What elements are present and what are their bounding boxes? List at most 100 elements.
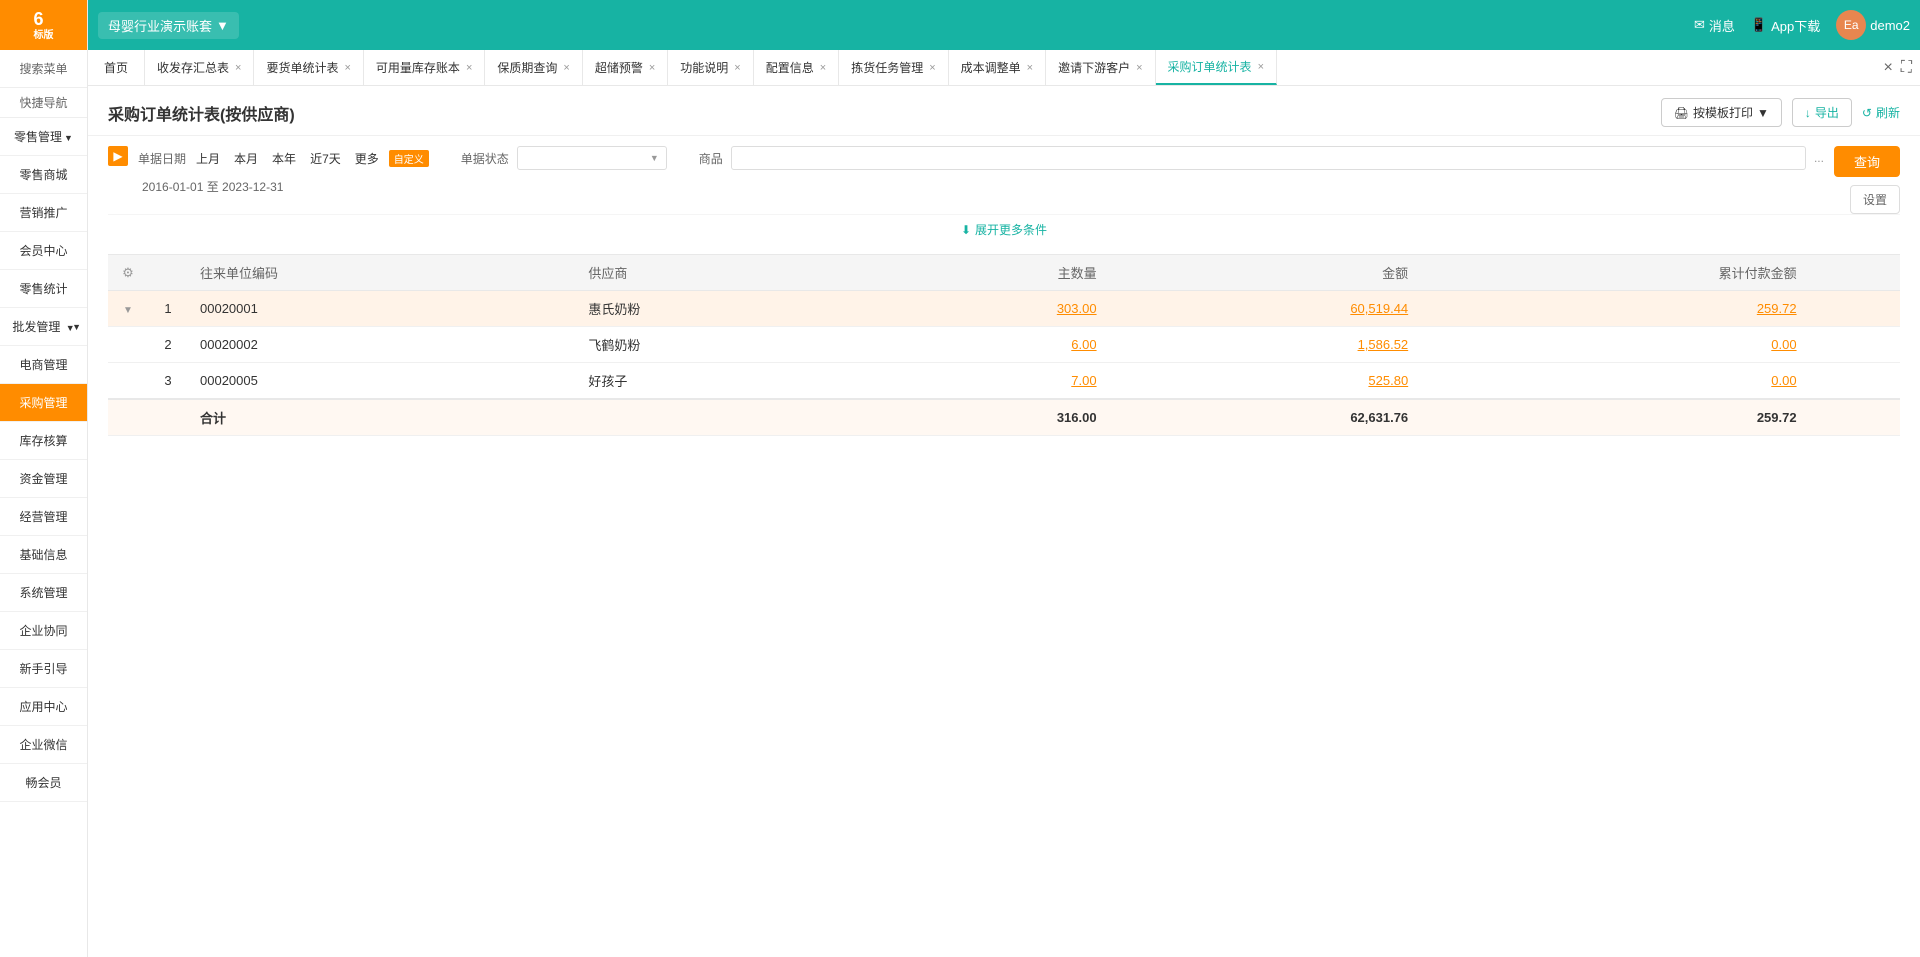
sidebar-item-member2[interactable]: 畅会员 — [0, 764, 87, 802]
tab-close-icon[interactable]: × — [734, 62, 740, 74]
filter-row1: 单据日期 上月 本月 本年 近7天 更多 自定义 单据状态 — [138, 146, 1824, 170]
tab-invite-downstream[interactable]: 邀请下游客户 × — [1046, 50, 1155, 85]
footer-empty2 — [148, 399, 188, 436]
message-button[interactable]: ✉ 消息 — [1694, 16, 1735, 35]
sidebar-item-retail[interactable]: 零售管理 — [0, 118, 87, 156]
date-shortcut-7days[interactable]: 近7天 — [306, 148, 345, 169]
goods-input[interactable] — [731, 146, 1806, 170]
date-shortcut-this-year[interactable]: 本年 — [268, 148, 300, 169]
search-menu-button[interactable]: 搜索菜单 — [4, 56, 83, 81]
expand-row-icon[interactable]: ▼ — [123, 305, 133, 316]
supplier-name-cell: 飞鹤奶粉 — [576, 327, 865, 363]
settings-col-header: ⚙ — [108, 255, 148, 291]
cumulative-paid-link[interactable]: 0.00 — [1771, 337, 1796, 352]
account-dropdown[interactable]: 母婴行业演示账套 ▼ — [98, 12, 239, 39]
cumulative-paid-cell: 259.72 — [1420, 291, 1808, 327]
tab-close-icon[interactable]: × — [466, 62, 472, 74]
sidebar-item-enterprise-wechat[interactable]: 企业微信 — [0, 726, 87, 764]
message-label: 消息 — [1709, 16, 1735, 35]
tab-label: 采购订单统计表 — [1168, 58, 1252, 75]
date-shortcut-more[interactable]: 更多 — [351, 148, 383, 169]
toggle-filter-button[interactable]: ▶ — [108, 146, 128, 166]
more-filter-icon[interactable]: ... — [1814, 151, 1824, 165]
tab-config-info[interactable]: 配置信息 × — [754, 50, 839, 85]
expand-more-button[interactable]: ⬇ 展开更多条件 — [961, 221, 1047, 238]
footer-row: 合计 316.00 62,631.76 259.72 — [108, 399, 1900, 436]
tab-purchase-order-stat[interactable]: 采购订单统计表 × — [1156, 50, 1277, 85]
footer-empty1 — [108, 399, 148, 436]
table-row: 2 00020002 飞鹤奶粉 6.00 1,586.52 0.00 — [108, 327, 1900, 363]
row-extra-cell — [1809, 327, 1900, 363]
export-icon: ↓ — [1805, 106, 1811, 120]
query-btn-group: 查询 设置 — [1834, 146, 1900, 214]
tab-close-icon[interactable]: × — [649, 62, 655, 74]
tab-pick-task[interactable]: 拣货任务管理 × — [839, 50, 948, 85]
tab-receive-send[interactable]: 收发存汇总表 × — [145, 50, 254, 85]
tab-available-stock[interactable]: 可用量库存账本 × — [364, 50, 485, 85]
main-qty-link[interactable]: 6.00 — [1071, 337, 1096, 352]
tab-close-icon[interactable]: × — [1258, 61, 1264, 73]
sidebar-item-ecommerce[interactable]: 电商管理 — [0, 346, 87, 384]
tab-close-icon[interactable]: × — [563, 62, 569, 74]
sidebar-item-new-guide[interactable]: 新手引导 — [0, 650, 87, 688]
tab-home[interactable]: 首页 — [88, 50, 145, 85]
column-settings-icon[interactable]: ⚙ — [122, 265, 134, 280]
export-button[interactable]: ↓ 导出 — [1792, 98, 1852, 127]
tab-close-icon[interactable]: × — [235, 62, 241, 74]
quick-nav-item[interactable]: 快捷导航 — [0, 88, 87, 118]
main-qty-cell: 6.00 — [866, 327, 1109, 363]
sidebar-item-retail-store[interactable]: 零售商城 — [0, 156, 87, 194]
tab-close-icon[interactable]: × — [820, 62, 826, 74]
tab-overstock-warning[interactable]: 超储预警 × — [583, 50, 668, 85]
sidebar-item-basic[interactable]: 基础信息 — [0, 536, 87, 574]
tab-close-icon[interactable]: × — [929, 62, 935, 74]
close-tab-button[interactable]: × — [1883, 59, 1892, 77]
sidebar-item-purchase[interactable]: 采购管理 — [0, 384, 87, 422]
main-qty-link[interactable]: 303.00 — [1057, 301, 1097, 316]
sidebar-item-wholesale[interactable]: 批发管理 ▼ — [0, 308, 87, 346]
print-button[interactable]: 🖨 按模板打印 ▼ — [1661, 98, 1782, 127]
setting-button[interactable]: 设置 — [1850, 185, 1900, 214]
row-settings-cell — [108, 327, 148, 363]
tab-func-desc[interactable]: 功能说明 × — [668, 50, 753, 85]
tab-close-icon[interactable]: × — [344, 62, 350, 74]
maximize-tab-button[interactable]: ⛶ — [1901, 59, 1912, 77]
sidebar-item-member[interactable]: 会员中心 — [0, 232, 87, 270]
amount-link[interactable]: 60,519.44 — [1350, 301, 1408, 316]
tab-shelf-query[interactable]: 保质期查询 × — [485, 50, 582, 85]
tab-close-icon[interactable]: × — [1136, 62, 1142, 74]
user-menu[interactable]: Ea demo2 — [1836, 10, 1910, 40]
refresh-button[interactable]: ↺ 刷新 — [1862, 104, 1900, 121]
sidebar-item-enterprise[interactable]: 企业协同 — [0, 612, 87, 650]
date-shortcut-this-month[interactable]: 本月 — [230, 148, 262, 169]
date-shortcut-last-month[interactable]: 上月 — [192, 148, 224, 169]
sidebar-item-inventory[interactable]: 库存核算 — [0, 422, 87, 460]
sidebar-item-system[interactable]: 系统管理 — [0, 574, 87, 612]
sidebar-item-capital[interactable]: 资金管理 — [0, 460, 87, 498]
app-download-button[interactable]: 📱 App下载 — [1751, 16, 1820, 35]
sidebar-search-section[interactable]: 搜索菜单 — [0, 50, 87, 88]
main-qty-link[interactable]: 7.00 — [1071, 373, 1096, 388]
sidebar-item-marketing[interactable]: 营销推广 — [0, 194, 87, 232]
amount-link[interactable]: 525.80 — [1368, 373, 1408, 388]
app-download-label: App下载 — [1771, 16, 1820, 35]
sidebar-item-app-center[interactable]: 应用中心 — [0, 688, 87, 726]
amount-link[interactable]: 1,586.52 — [1358, 337, 1409, 352]
supplier-name-col-header: 供应商 — [576, 255, 865, 291]
query-button[interactable]: 查询 — [1834, 146, 1900, 177]
tab-cost-adjust[interactable]: 成本调整单 × — [949, 50, 1046, 85]
user-label: demo2 — [1870, 18, 1910, 33]
table-header-row: ⚙ 往来单位编码 供应商 主数量 金额 累计付款金额 — [108, 255, 1900, 291]
row-settings-cell: ▼ — [108, 291, 148, 327]
topbar-right: ✉ 消息 📱 App下载 Ea demo2 — [1694, 10, 1910, 40]
tab-close-icon[interactable]: × — [1027, 62, 1033, 74]
cumulative-paid-link[interactable]: 259.72 — [1757, 301, 1797, 316]
footer-cumulative-paid: 259.72 — [1420, 399, 1808, 436]
status-select[interactable] — [517, 146, 667, 170]
sidebar-item-operation[interactable]: 经营管理 — [0, 498, 87, 536]
tab-requisition-stat[interactable]: 要货单统计表 × — [254, 50, 363, 85]
sidebar-item-retail-stat[interactable]: 零售统计 — [0, 270, 87, 308]
tab-label: 功能说明 — [680, 59, 728, 76]
extra-col-header — [1809, 255, 1900, 291]
cumulative-paid-link[interactable]: 0.00 — [1771, 373, 1796, 388]
